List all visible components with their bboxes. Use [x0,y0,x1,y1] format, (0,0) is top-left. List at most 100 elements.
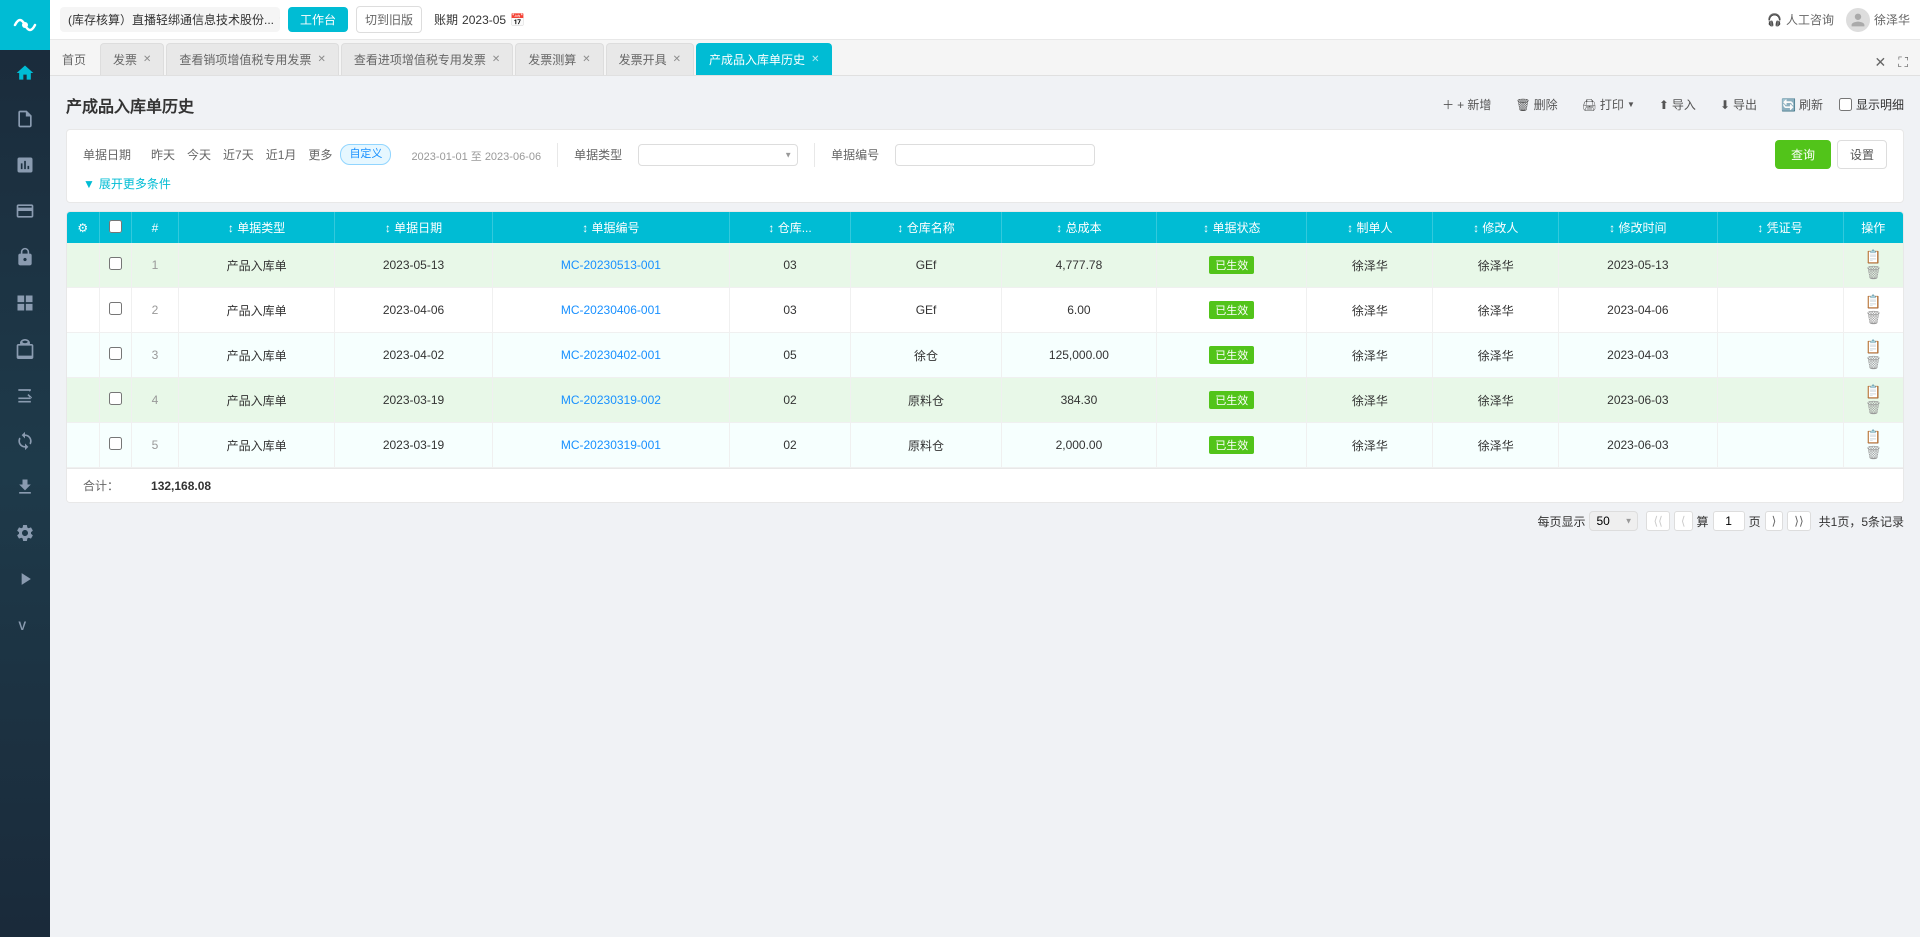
sidebar-item-stamp[interactable] [0,372,50,418]
print-button[interactable]: 🖨 打印 ▼ [1574,92,1643,117]
close-all-tabs-button[interactable]: ✕ [1870,52,1890,73]
tab-purchase-invoice[interactable]: 查看进项增值税专用发票 ✕ [341,43,513,75]
sidebar-item-download[interactable] [0,464,50,510]
set-button[interactable]: 设置 [1837,140,1887,169]
sidebar-item-invoice[interactable] [0,188,50,234]
shortcut-7days[interactable]: 近7天 [219,144,258,165]
new-button[interactable]: ＋ + 新增 [1434,92,1499,117]
th-warehouse-code[interactable]: ↕ 仓库... [729,212,851,243]
edit-icon-3[interactable]: 📋 [1865,384,1881,399]
tab-inventory-history[interactable]: 产成品入库单历史 ✕ [696,43,832,75]
last-page-button[interactable]: ⟩⟩ [1787,511,1810,531]
show-detail-label[interactable]: 显示明细 [1839,96,1904,113]
edit-icon-1[interactable]: 📋 [1865,294,1881,309]
delete-icon-1[interactable]: 🗑 [1865,310,1882,325]
doc-number-input[interactable] [895,144,1095,166]
import-button[interactable]: ⬆ 导入 [1651,92,1704,117]
doc-link-4[interactable]: MC-20230319-001 [561,438,661,452]
query-button[interactable]: 查询 [1775,140,1831,169]
row-checkbox-1[interactable] [109,302,122,315]
cell-checkbox-1[interactable] [99,288,131,333]
cell-number-2[interactable]: MC-20230402-001 [493,333,729,378]
sidebar-item-lock[interactable] [0,234,50,280]
doc-link-1[interactable]: MC-20230406-001 [561,303,661,317]
edit-icon-4[interactable]: 📋 [1865,429,1881,444]
page-number-input[interactable] [1713,511,1745,531]
custom-date-tag[interactable]: 自定义 [340,144,391,165]
next-page-button[interactable]: ⟩ [1765,511,1784,531]
close-invoice-tab[interactable]: ✕ [143,54,151,65]
th-creator[interactable]: ↕ 制单人 [1307,212,1433,243]
row-checkbox-3[interactable] [109,392,122,405]
shortcut-more[interactable]: 更多 [304,144,336,165]
tab-invoice-calc[interactable]: 发票测算 ✕ [515,43,603,75]
delete-button[interactable]: 🗑 删除 [1507,92,1565,117]
company-selector[interactable]: (库存核算）直播轻绑通信息技术股份... ▼ [60,7,280,32]
expand-more[interactable]: ▼ 展开更多条件 [83,175,1887,192]
close-inventory-history-tab[interactable]: ✕ [811,54,819,65]
th-type[interactable]: ↕ 单据类型 [179,212,335,243]
th-status[interactable]: ↕ 单据状态 [1157,212,1307,243]
refresh-button[interactable]: 🔄 刷新 [1773,92,1831,117]
column-settings-icon[interactable]: ⚙ [77,221,88,235]
prev-page-button[interactable]: ⟨ [1674,511,1693,531]
th-checkbox[interactable] [99,212,131,243]
workspace-button[interactable]: 工作台 [288,7,348,32]
shortcut-1month[interactable]: 近1月 [262,144,301,165]
user-service[interactable]: 🎧 人工咨询 [1767,11,1834,28]
tab-invoice-issue[interactable]: 发票开具 ✕ [606,43,694,75]
edit-icon-2[interactable]: 📋 [1865,339,1881,354]
cell-checkbox-2[interactable] [99,333,131,378]
cell-checkbox-3[interactable] [99,378,131,423]
cell-checkbox-0[interactable] [99,243,131,288]
doc-link-0[interactable]: MC-20230513-001 [561,258,661,272]
sidebar-item-document[interactable] [0,96,50,142]
show-detail-checkbox[interactable] [1839,98,1852,111]
sidebar-item-home[interactable] [0,50,50,96]
row-checkbox-2[interactable] [109,347,122,360]
row-checkbox-0[interactable] [109,257,122,270]
close-invoice-calc-tab[interactable]: ✕ [582,54,590,65]
sidebar-item-refresh[interactable] [0,418,50,464]
close-invoice-issue-tab[interactable]: ✕ [673,54,681,65]
delete-icon-3[interactable]: 🗑 [1865,400,1882,415]
cell-number-3[interactable]: MC-20230319-002 [493,378,729,423]
user-profile[interactable]: 徐泽华 [1846,8,1910,32]
per-page-select[interactable]: 50 10 20 100 [1589,511,1638,531]
delete-icon-4[interactable]: 🗑 [1865,445,1882,460]
doc-link-3[interactable]: MC-20230319-002 [561,393,661,407]
delete-icon-2[interactable]: 🗑 [1865,355,1882,370]
tab-home[interactable]: 首页 [50,43,98,75]
tab-sales-invoice[interactable]: 查看销项增值税专用发票 ✕ [166,43,338,75]
cell-number-0[interactable]: MC-20230513-001 [493,243,729,288]
doc-link-2[interactable]: MC-20230402-001 [561,348,661,362]
th-date[interactable]: ↕ 单据日期 [334,212,492,243]
sidebar-item-video[interactable] [0,556,50,602]
cell-number-4[interactable]: MC-20230319-001 [493,423,729,468]
delete-icon-0[interactable]: 🗑 [1865,265,1882,280]
close-purchase-invoice-tab[interactable]: ✕ [492,54,500,65]
shortcut-today[interactable]: 今天 [183,144,215,165]
sidebar-item-box[interactable] [0,326,50,372]
th-modify-time[interactable]: ↕ 修改时间 [1559,212,1717,243]
sidebar-item-chart[interactable] [0,142,50,188]
th-settings[interactable]: ⚙ [67,212,99,243]
sidebar-item-version[interactable]: V [0,602,50,648]
th-total-cost[interactable]: ↕ 总成本 [1001,212,1157,243]
cell-checkbox-4[interactable] [99,423,131,468]
th-modifier[interactable]: ↕ 修改人 [1433,212,1559,243]
sidebar-item-settings[interactable] [0,510,50,556]
old-version-button[interactable]: 切到旧版 [356,6,422,33]
export-button[interactable]: ⬇ 导出 [1712,92,1765,117]
first-page-button[interactable]: ⟨⟨ [1646,511,1669,531]
th-voucher[interactable]: ↕ 凭证号 [1717,212,1843,243]
cell-number-1[interactable]: MC-20230406-001 [493,288,729,333]
fullscreen-button[interactable]: ⛶ [1894,52,1912,73]
calendar-icon[interactable]: 📅 [510,13,525,27]
th-warehouse-name[interactable]: ↕ 仓库名称 [851,212,1001,243]
select-all-checkbox[interactable] [109,220,122,233]
doc-type-select[interactable] [638,144,798,166]
th-number[interactable]: ↕ 单据编号 [493,212,729,243]
close-sales-invoice-tab[interactable]: ✕ [317,54,325,65]
edit-icon-0[interactable]: 📋 [1865,249,1881,264]
